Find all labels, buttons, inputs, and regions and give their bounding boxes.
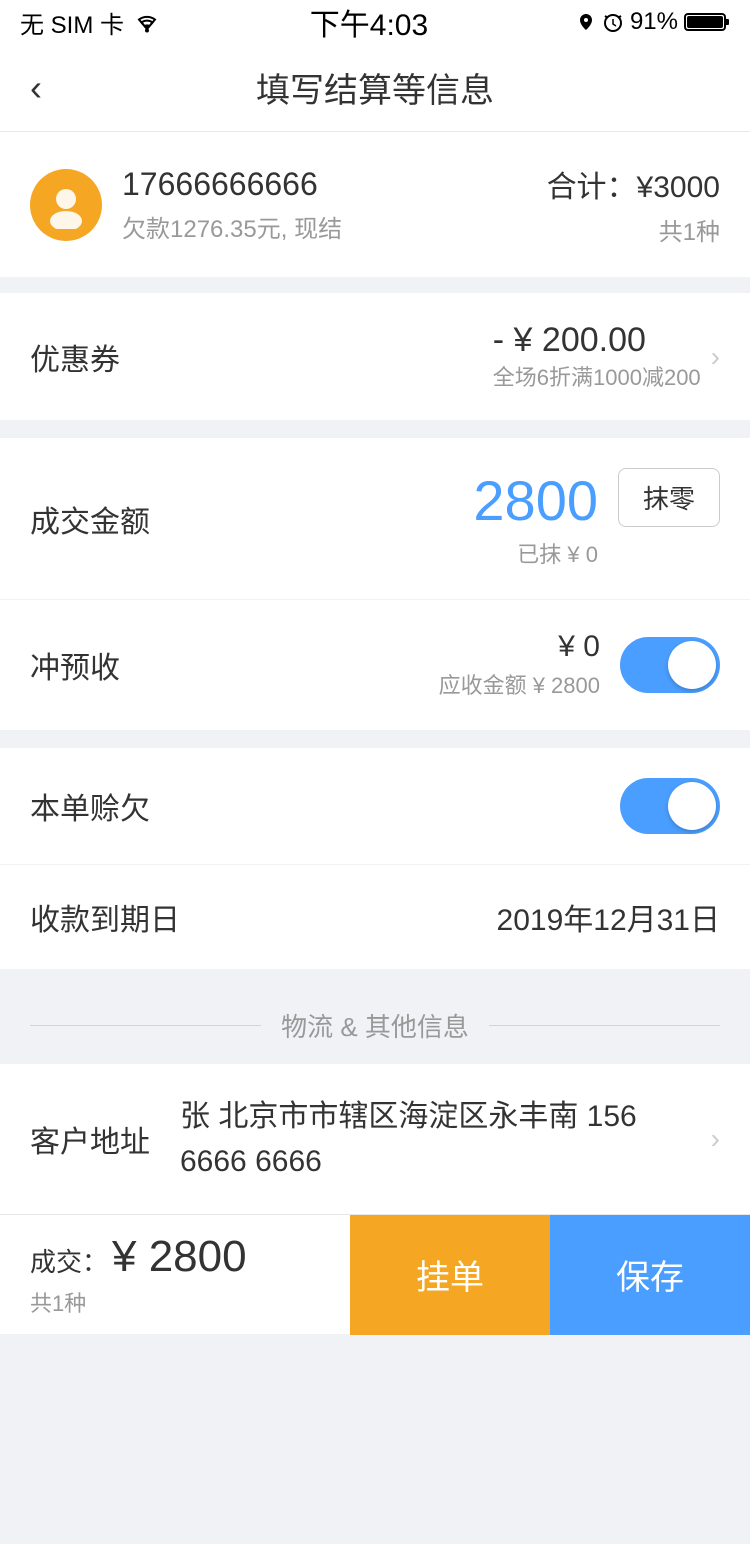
bottom-deal-label: 成交： bbox=[30, 1242, 108, 1279]
prepayment-sub: 应收金额 ¥ 2800 bbox=[439, 668, 600, 700]
address-arrow-icon: › bbox=[711, 1123, 720, 1155]
due-date-label: 收款到期日 bbox=[30, 895, 180, 939]
user-count: 共1种 bbox=[547, 212, 720, 247]
prepayment-amount: ¥ 0 bbox=[439, 630, 600, 664]
user-left: 17666666666 欠款1276.35元, 现结 bbox=[30, 166, 342, 244]
bottom-deal-row: 成交： ¥ 2800 bbox=[30, 1232, 320, 1282]
bottom-summary: 成交： ¥ 2800 共1种 bbox=[0, 1232, 350, 1318]
page-title: 填写结算等信息 bbox=[256, 63, 494, 112]
status-bar: 无 SIM 卡 下午4:03 91% bbox=[0, 0, 750, 44]
battery-text: 91% bbox=[630, 8, 678, 36]
user-debt: 欠款1276.35元, 现结 bbox=[122, 209, 342, 244]
prepayment-amount-block: ¥ 0 应收金额 ¥ 2800 bbox=[439, 630, 600, 700]
bottom-amount: ¥ 2800 bbox=[112, 1232, 247, 1282]
deal-amount-value: 2800 bbox=[473, 468, 598, 533]
save-button[interactable]: 保存 bbox=[550, 1215, 750, 1335]
status-time: 下午4:03 bbox=[310, 0, 428, 44]
battery-icon bbox=[684, 11, 730, 33]
address-label: 客户地址 bbox=[30, 1117, 150, 1161]
coupon-desc: 全场6折满1000减200 bbox=[493, 360, 701, 392]
deal-amount-label: 成交金额 bbox=[30, 497, 150, 541]
debt-toggle-thumb bbox=[668, 782, 716, 830]
user-avatar bbox=[30, 169, 102, 241]
location-icon bbox=[576, 12, 596, 32]
user-card: 17666666666 欠款1276.35元, 现结 合计：¥3000 共1种 bbox=[0, 132, 750, 277]
section-divider-2 bbox=[0, 732, 750, 748]
user-info: 17666666666 欠款1276.35元, 现结 bbox=[122, 166, 342, 244]
debt-label: 本单赊欠 bbox=[30, 784, 150, 828]
logistics-text: 物流 & 其他信息 bbox=[281, 1007, 469, 1044]
coupon-label: 优惠券 bbox=[30, 335, 120, 379]
nav-bar: ‹ 填写结算等信息 bbox=[0, 44, 750, 132]
logistics-divider: 物流 & 其他信息 bbox=[0, 987, 750, 1064]
status-right: 91% bbox=[576, 8, 730, 36]
coupon-arrow-icon: › bbox=[711, 341, 720, 373]
debt-toggle[interactable] bbox=[620, 778, 720, 834]
debt-row: 本单赊欠 bbox=[0, 748, 750, 865]
due-date-row: 收款到期日 2019年12月31日 bbox=[0, 865, 750, 969]
bottom-count: 共1种 bbox=[30, 1286, 320, 1318]
status-left: 无 SIM 卡 bbox=[20, 5, 162, 40]
prepayment-toggle-thumb bbox=[668, 641, 716, 689]
user-total: 合计：¥3000 bbox=[547, 162, 720, 206]
address-value: 张 北京市市辖区海淀区永丰南 156 6666 6666 bbox=[180, 1094, 701, 1184]
address-row[interactable]: 客户地址 张 北京市市辖区海淀区永丰南 156 6666 6666 › bbox=[0, 1064, 750, 1214]
round-button[interactable]: 抹零 bbox=[618, 468, 720, 527]
divider-line-left bbox=[30, 1025, 261, 1026]
coupon-amount: - ¥ 200.00 bbox=[493, 321, 701, 360]
prepayment-toggle-track bbox=[620, 637, 720, 693]
wifi-icon bbox=[132, 11, 162, 33]
prepayment-row: 冲预收 ¥ 0 应收金额 ¥ 2800 bbox=[0, 600, 750, 730]
user-total-block: 合计：¥3000 共1种 bbox=[547, 162, 720, 247]
prepayment-label: 冲预收 bbox=[30, 643, 120, 687]
user-phone: 17666666666 bbox=[122, 166, 342, 203]
sim-status: 无 SIM 卡 bbox=[20, 5, 124, 40]
form-section-deal: 成交金额 2800 已抹 ¥ 0 抹零 冲预收 ¥ 0 应收金额 ¥ 2800 bbox=[0, 438, 750, 730]
deal-amount-row: 成交金额 2800 已抹 ¥ 0 抹零 bbox=[0, 438, 750, 600]
section-divider-1 bbox=[0, 422, 750, 438]
back-button[interactable]: ‹ bbox=[30, 67, 42, 109]
coupon-right: - ¥ 200.00 全场6折满1000减200 › bbox=[493, 321, 720, 392]
divider-line-right bbox=[489, 1025, 720, 1026]
section-divider-3 bbox=[0, 971, 750, 987]
debt-toggle-track bbox=[620, 778, 720, 834]
deal-amount-sub: 已抹 ¥ 0 bbox=[473, 537, 598, 569]
hang-button[interactable]: 挂单 bbox=[350, 1215, 550, 1335]
alarm-icon bbox=[602, 11, 624, 33]
prepayment-toggle[interactable] bbox=[620, 637, 720, 693]
form-section-debt: 本单赊欠 收款到期日 2019年12月31日 bbox=[0, 748, 750, 969]
due-date-value: 2019年12月31日 bbox=[497, 895, 720, 939]
prepayment-right: ¥ 0 应收金额 ¥ 2800 bbox=[439, 630, 720, 700]
debt-right bbox=[620, 778, 720, 834]
coupon-row[interactable]: 优惠券 - ¥ 200.00 全场6折满1000减200 › bbox=[0, 293, 750, 420]
deal-amount-right: 2800 已抹 ¥ 0 抹零 bbox=[473, 468, 720, 569]
bottom-bar: 成交： ¥ 2800 共1种 挂单 保存 bbox=[0, 1214, 750, 1334]
